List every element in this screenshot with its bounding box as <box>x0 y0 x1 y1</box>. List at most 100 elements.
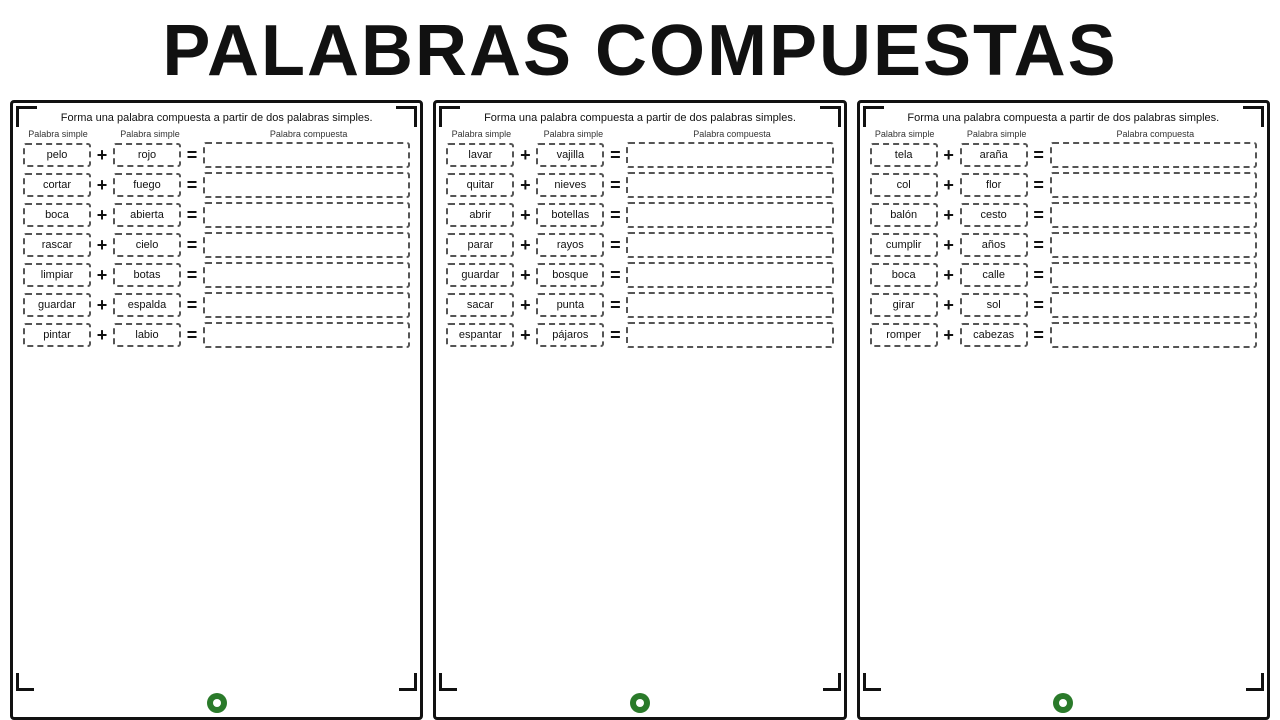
word2-1-7: labio <box>113 323 181 347</box>
result-2-2[interactable] <box>626 172 833 198</box>
result-1-1[interactable] <box>203 142 410 168</box>
result-2-6[interactable] <box>626 292 833 318</box>
logo-3 <box>1053 693 1073 713</box>
equals-icon-3-4: = <box>1028 235 1050 256</box>
word2-2-1: vajilla <box>536 143 604 167</box>
row-1-1: pelo+rojo= <box>23 142 410 168</box>
word1-3-6: girar <box>870 293 938 317</box>
plus-icon-1-1: + <box>91 145 113 166</box>
plus-icon-3-7: + <box>938 325 960 346</box>
plus-icon-1-2: + <box>91 175 113 196</box>
row-3-6: girar+sol= <box>870 292 1257 318</box>
col-header-word2: Palabra simple <box>538 129 608 139</box>
result-1-6[interactable] <box>203 292 410 318</box>
card-1-headers: Palabra simplePalabra simplePalabra comp… <box>23 129 410 139</box>
result-3-7[interactable] <box>1050 322 1257 348</box>
col-header-result: Palabra compuesta <box>207 129 410 139</box>
cards-container: Forma una palabra compuesta a partir de … <box>0 100 1280 720</box>
card-1: Forma una palabra compuesta a partir de … <box>10 100 423 720</box>
plus-icon-2-4: + <box>514 235 536 256</box>
plus-icon-2-3: + <box>514 205 536 226</box>
word2-3-1: araña <box>960 143 1028 167</box>
word1-2-7: espantar <box>446 323 514 347</box>
result-2-7[interactable] <box>626 322 833 348</box>
equals-icon-3-7: = <box>1028 325 1050 346</box>
plus-icon-3-2: + <box>938 175 960 196</box>
word2-1-5: botas <box>113 263 181 287</box>
word2-1-4: cielo <box>113 233 181 257</box>
result-3-5[interactable] <box>1050 262 1257 288</box>
result-1-5[interactable] <box>203 262 410 288</box>
result-3-6[interactable] <box>1050 292 1257 318</box>
row-2-2: quitar+nieves= <box>446 172 833 198</box>
equals-icon-3-1: = <box>1028 145 1050 166</box>
word1-2-5: guardar <box>446 263 514 287</box>
row-2-5: guardar+bosque= <box>446 262 833 288</box>
equals-icon-1-1: = <box>181 145 203 166</box>
word2-2-7: pájaros <box>536 323 604 347</box>
equals-icon-3-6: = <box>1028 295 1050 316</box>
card-3-subtitle: Forma una palabra compuesta a partir de … <box>907 111 1219 125</box>
equals-icon-3-5: = <box>1028 265 1050 286</box>
logo-1 <box>207 693 227 713</box>
card-1-subtitle: Forma una palabra compuesta a partir de … <box>61 111 373 125</box>
result-3-4[interactable] <box>1050 232 1257 258</box>
plus-icon-3-6: + <box>938 295 960 316</box>
result-2-5[interactable] <box>626 262 833 288</box>
plus-icon-2-6: + <box>514 295 536 316</box>
result-1-7[interactable] <box>203 322 410 348</box>
col-header-word1: Palabra simple <box>23 129 93 139</box>
row-2-4: parar+rayos= <box>446 232 833 258</box>
result-1-3[interactable] <box>203 202 410 228</box>
row-3-1: tela+araña= <box>870 142 1257 168</box>
word2-3-3: cesto <box>960 203 1028 227</box>
col-header-word1: Palabra simple <box>870 129 940 139</box>
equals-icon-2-6: = <box>604 295 626 316</box>
equals-icon-1-3: = <box>181 205 203 226</box>
equals-icon-1-7: = <box>181 325 203 346</box>
result-2-4[interactable] <box>626 232 833 258</box>
result-1-2[interactable] <box>203 172 410 198</box>
result-1-4[interactable] <box>203 232 410 258</box>
row-3-2: col+flor= <box>870 172 1257 198</box>
row-2-1: lavar+vajilla= <box>446 142 833 168</box>
row-3-7: romper+cabezas= <box>870 322 1257 348</box>
col-header-word1: Palabra simple <box>446 129 516 139</box>
result-3-2[interactable] <box>1050 172 1257 198</box>
word2-1-1: rojo <box>113 143 181 167</box>
row-1-4: rascar+cielo= <box>23 232 410 258</box>
col-header-word2: Palabra simple <box>962 129 1032 139</box>
card-3-headers: Palabra simplePalabra simplePalabra comp… <box>870 129 1257 139</box>
plus-icon-3-5: + <box>938 265 960 286</box>
equals-icon-2-4: = <box>604 235 626 256</box>
plus-icon-2-2: + <box>514 175 536 196</box>
plus-icon-3-3: + <box>938 205 960 226</box>
word2-1-6: espalda <box>113 293 181 317</box>
equals-icon-3-3: = <box>1028 205 1050 226</box>
word2-1-2: fuego <box>113 173 181 197</box>
logo-2 <box>630 693 650 713</box>
equals-icon-2-2: = <box>604 175 626 196</box>
word1-3-4: cumplir <box>870 233 938 257</box>
row-1-2: cortar+fuego= <box>23 172 410 198</box>
equals-icon-2-3: = <box>604 205 626 226</box>
result-2-3[interactable] <box>626 202 833 228</box>
word2-2-6: punta <box>536 293 604 317</box>
word2-2-3: botellas <box>536 203 604 227</box>
plus-icon-3-4: + <box>938 235 960 256</box>
plus-icon-1-3: + <box>91 205 113 226</box>
plus-icon-3-1: + <box>938 145 960 166</box>
result-3-1[interactable] <box>1050 142 1257 168</box>
result-2-1[interactable] <box>626 142 833 168</box>
page-title: PALABRAS COMPUESTAS <box>162 0 1117 100</box>
plus-icon-2-7: + <box>514 325 536 346</box>
word2-3-5: calle <box>960 263 1028 287</box>
row-3-4: cumplir+años= <box>870 232 1257 258</box>
word1-1-1: pelo <box>23 143 91 167</box>
row-3-3: balón+cesto= <box>870 202 1257 228</box>
equals-icon-1-2: = <box>181 175 203 196</box>
row-2-6: sacar+punta= <box>446 292 833 318</box>
word1-1-2: cortar <box>23 173 91 197</box>
word2-2-2: nieves <box>536 173 604 197</box>
result-3-3[interactable] <box>1050 202 1257 228</box>
